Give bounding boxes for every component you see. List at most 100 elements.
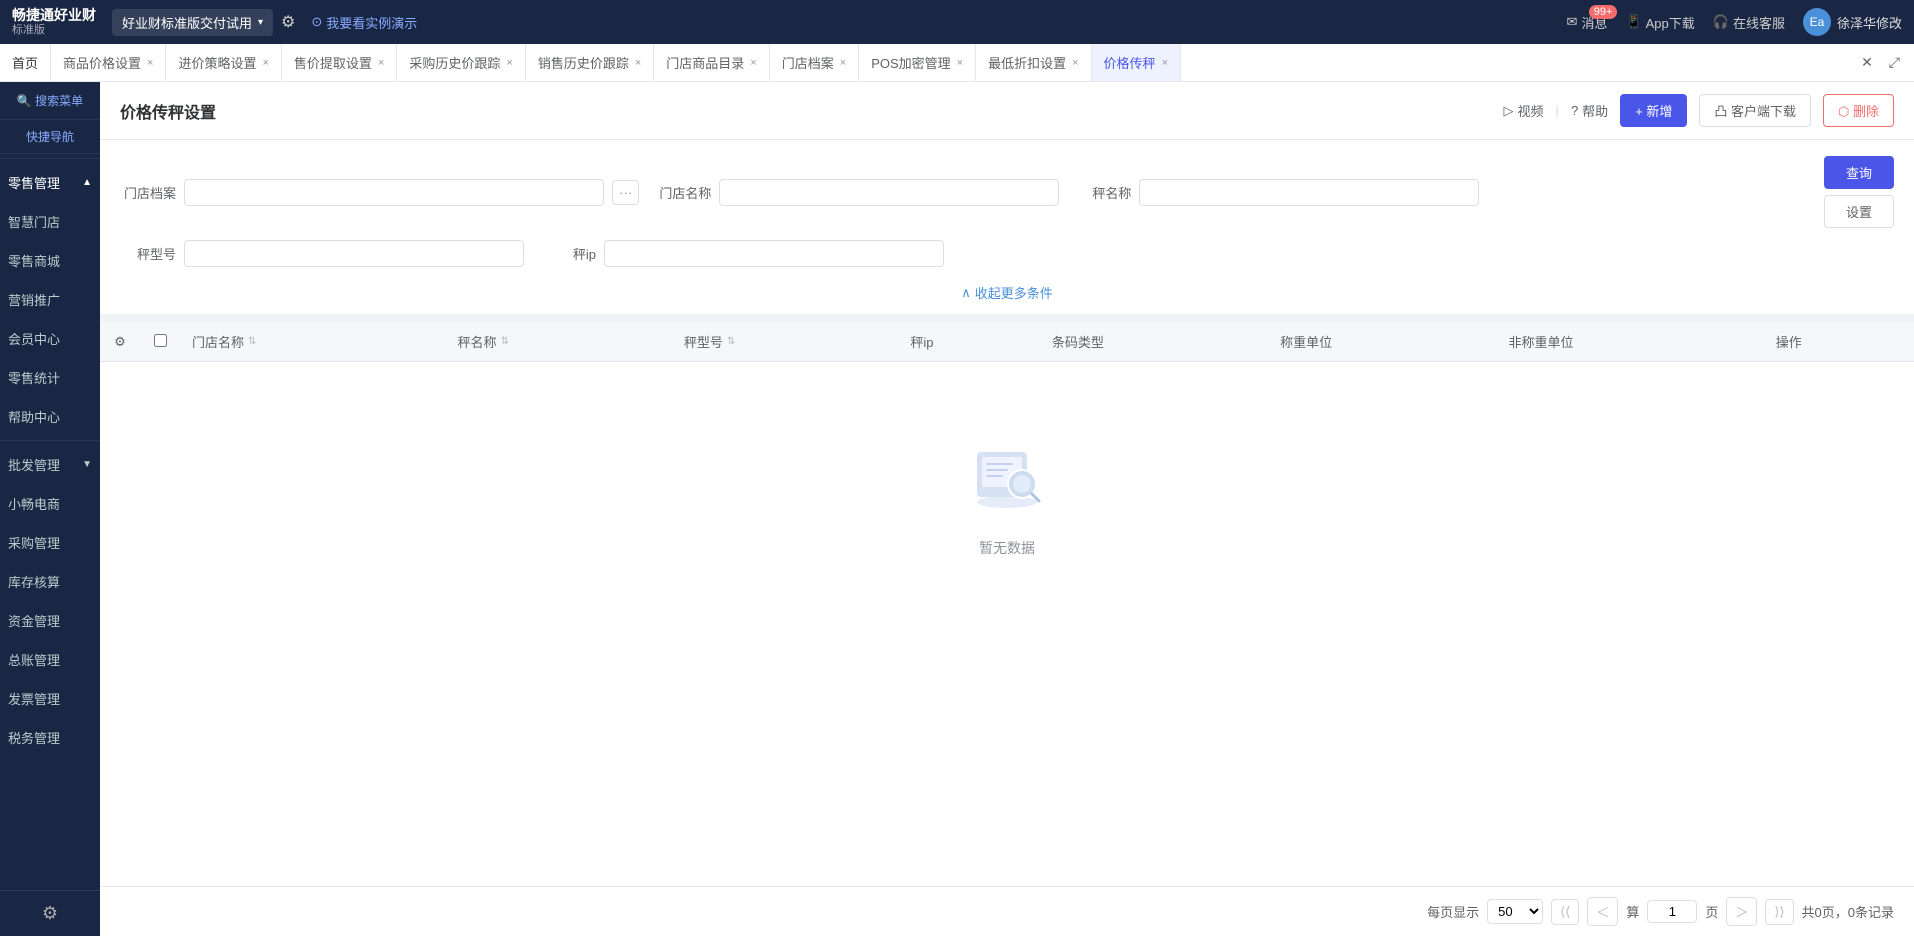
app-download-button[interactable]: 📱 App下载 [1625,13,1694,32]
tab-home[interactable]: 首页 [0,44,51,82]
tab-close-button[interactable]: ✕ [1855,50,1879,75]
download-button-label: 凸 客户端下载 [1714,101,1796,120]
sidebar-divider2 [0,440,100,441]
tab-min-discount[interactable]: 最低折扣设置 × [976,44,1091,82]
page-size-select[interactable]: 10 20 50 100 [1487,899,1543,924]
online-service-button[interactable]: 🎧 在线客服 [1713,13,1785,32]
sidebar-item-invoice[interactable]: 发票管理 [0,679,100,718]
tab-store-catalog[interactable]: 门店商品目录 × [654,44,769,82]
demo-text: 我要看实例演示 [326,13,417,32]
tab-close-icon[interactable]: × [1162,57,1168,69]
add-button[interactable]: + 新增 [1620,94,1687,127]
sort-icon: ⇅ [248,336,256,347]
th-scale-model[interactable]: 秤型号 ⇅ [672,322,898,362]
tab-close-icon[interactable]: × [147,57,153,69]
sidebar-search[interactable]: 🔍 搜索菜单 [0,82,100,120]
store-name-input[interactable] [719,179,1059,206]
tab-close-icon[interactable]: × [1072,57,1078,69]
sidebar-bottom-settings[interactable]: ⚙ [0,890,100,936]
filter-scale-ip: 秤ip [540,240,944,267]
tab-close-icon[interactable]: × [750,57,756,69]
query-button[interactable]: 查询 [1824,156,1894,189]
help-link[interactable]: ? 帮助 [1571,101,1608,120]
store-profile-dots-button[interactable]: ··· [612,180,639,205]
tab-buy-strategy-label: 进价策略设置 [178,53,256,72]
sidebar-item-online-retail[interactable]: 零售商城 [0,241,100,280]
delete-button[interactable]: ⬡ 删除 [1823,94,1894,127]
tab-price-scale[interactable]: 价格传秤 × [1092,44,1181,82]
tab-sale-extract[interactable]: 售价提取设置 × [282,44,397,82]
sidebar-item-wholesale[interactable]: 批发管理 ▼ [0,445,100,484]
tab-maximize-button[interactable]: ⤢ [1883,50,1906,75]
video-link[interactable]: ▷ 视频 [1504,101,1544,120]
sidebar-item-purchase[interactable]: 采购管理 [0,523,100,562]
gear-icon: ⚙ [42,903,58,923]
th-checkbox[interactable] [140,322,180,362]
empty-text: 暂无数据 [979,538,1035,558]
tab-close-icon[interactable]: × [262,57,268,69]
video-label: 视频 [1518,101,1544,120]
tab-close-icon[interactable]: × [957,57,963,69]
demo-link[interactable]: ⊙ 我要看实例演示 [311,13,417,32]
tab-store-profile[interactable]: 门店档案 × [770,44,859,82]
messages-button[interactable]: ✉ 消息 99+ [1567,13,1608,32]
sidebar-item-stats[interactable]: 零售统计 [0,358,100,397]
version-selector[interactable]: 好业财标准版交付试用 ▾ [112,9,273,36]
logo-sub-text: 标准版 [12,24,45,37]
tab-pos-manage[interactable]: POS加密管理 × [859,44,976,82]
tab-close-icon[interactable]: × [635,57,641,69]
sidebar-item-marketing[interactable]: 营销推广 [0,280,100,319]
question-icon: ? [1571,103,1578,118]
top-bar: 畅捷通好业财 标准版 好业财标准版交付试用 ▾ ⚙ ⊙ 我要看实例演示 ✉ 消息… [0,0,1914,44]
prev-page-icon: ＜ [1596,905,1609,920]
next-page-button[interactable]: ＞ [1726,897,1757,926]
sort-icon: ⇅ [727,336,735,347]
scale-name-input[interactable] [1139,179,1479,206]
select-all-checkbox[interactable] [154,334,167,347]
tab-close-icon[interactable]: × [506,57,512,69]
sidebar-quick-nav[interactable]: 快捷导航 [0,120,100,154]
setting-button[interactable]: 设置 [1824,195,1894,228]
sidebar-item-accounting[interactable]: 总账管理 [0,640,100,679]
filter-scale-name: 秤名称 [1075,179,1479,206]
main-layout: 🔍 搜索菜单 快捷导航 零售管理 ▲ 智慧门店 零售商城 营销推广 会员中心 零… [0,82,1914,936]
settings-icon[interactable]: ⚙ [281,12,295,32]
tab-close-icon[interactable]: × [378,57,384,69]
th-non-weight-unit: 非称重单位 [1496,322,1763,362]
sidebar-item-retail[interactable]: 零售管理 ▲ [0,163,100,202]
sidebar-item-tax[interactable]: 税务管理 [0,718,100,757]
tab-sale-track[interactable]: 销售历史价跟踪 × [526,44,654,82]
tab-buy-strategy[interactable]: 进价策略设置 × [166,44,281,82]
collapse-icon: ∧ [961,285,971,301]
user-menu[interactable]: Ea 徐泽华修改 [1803,8,1902,36]
last-page-button[interactable]: ⟩⟩ [1765,899,1793,925]
th-settings[interactable]: ⚙ [100,322,140,362]
tab-close-icon[interactable]: × [840,57,846,69]
tab-store-catalog-label: 门店商品目录 [666,53,744,72]
store-profile-label: 门店档案 [120,183,176,202]
store-profile-input[interactable] [184,179,604,206]
collapse-label: 收起更多条件 [975,283,1053,302]
tab-purchase-track[interactable]: 采购历史价跟踪 × [397,44,525,82]
last-page-icon: ⟩⟩ [1774,904,1784,919]
sidebar-item-smart-store[interactable]: 智慧门店 [0,202,100,241]
scale-model-input[interactable] [184,240,524,267]
tab-price-setting[interactable]: 商品价格设置 × [51,44,166,82]
sidebar-item-member[interactable]: 会员中心 [0,319,100,358]
first-page-button[interactable]: ⟨⟨ [1551,899,1579,925]
sidebar-item-wholesale-label: 批发管理 [8,455,60,474]
scale-ip-input[interactable] [604,240,944,267]
sidebar-item-ecommerce[interactable]: 小畅电商 [0,484,100,523]
data-table: ⚙ 门店名称 ⇅ [100,322,1914,362]
sidebar-item-inventory[interactable]: 库存核算 [0,562,100,601]
th-scale-name[interactable]: 秤名称 ⇅ [445,322,671,362]
sidebar-item-finance[interactable]: 资金管理 [0,601,100,640]
user-name: 徐泽华修改 [1837,13,1902,32]
sidebar-item-help[interactable]: 帮助中心 [0,397,100,436]
download-button[interactable]: 凸 客户端下载 [1699,94,1811,127]
prev-page-button[interactable]: ＜ [1587,897,1618,926]
th-store-name[interactable]: 门店名称 ⇅ [180,322,445,362]
tab-min-discount-label: 最低折扣设置 [988,53,1066,72]
collapse-button[interactable]: ∧ 收起更多条件 [120,279,1894,306]
page-number-input[interactable] [1647,900,1697,923]
